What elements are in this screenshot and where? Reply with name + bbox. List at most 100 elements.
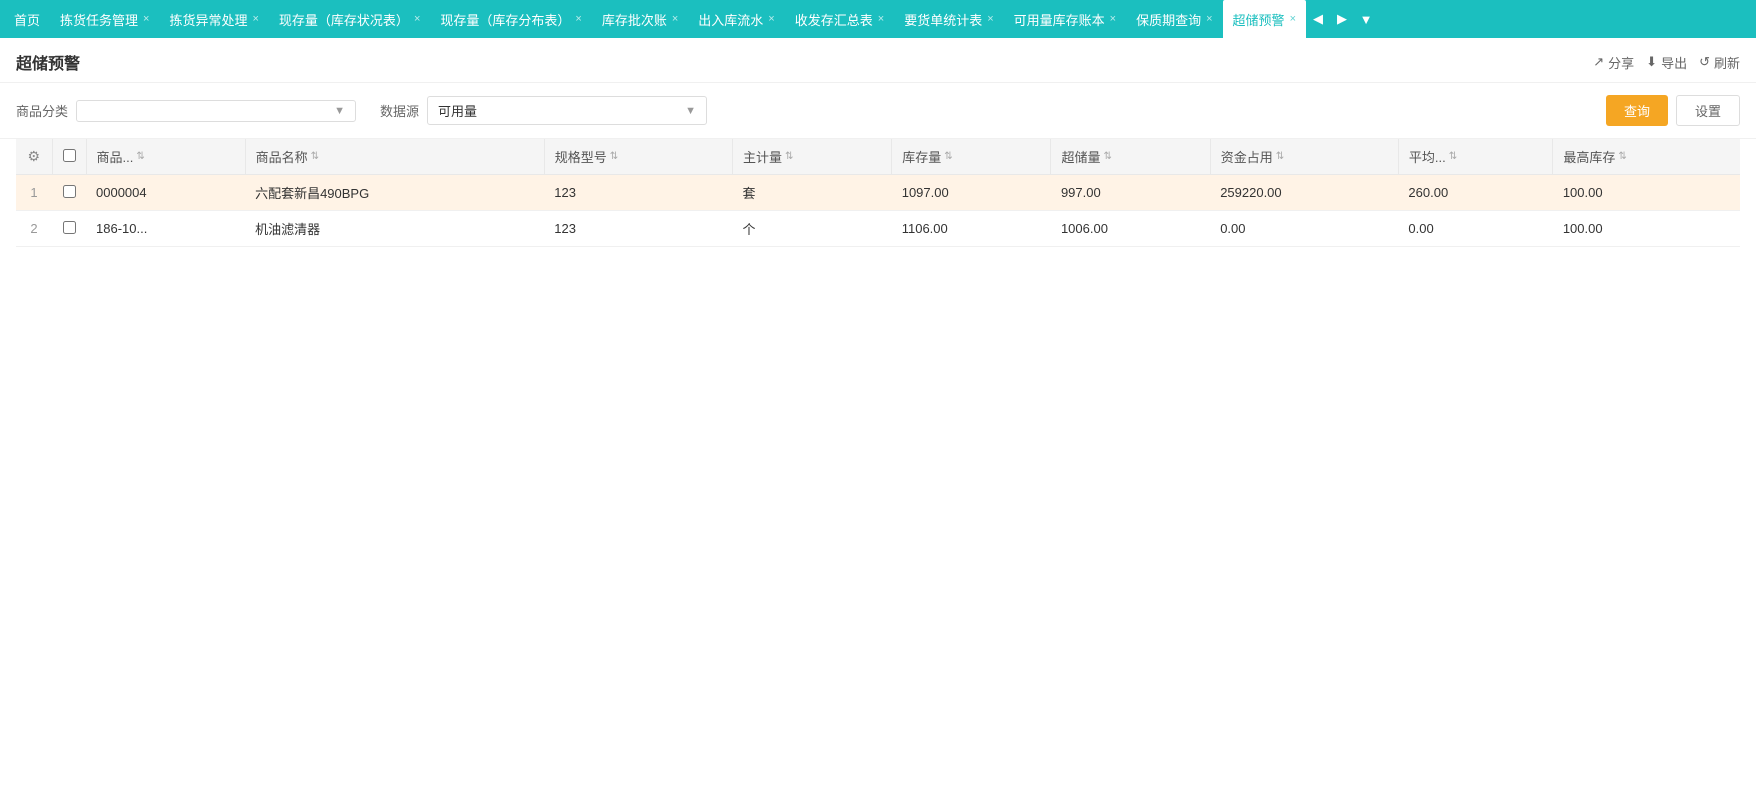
row-1-checkbox[interactable] bbox=[63, 185, 76, 198]
sort-icon-stock: ⇅ bbox=[944, 151, 952, 162]
nav-close-7[interactable]: × bbox=[878, 13, 884, 25]
category-filter-group: 商品分类 ▼ bbox=[16, 100, 356, 122]
datasource-dropdown-icon: ▼ bbox=[685, 105, 696, 117]
th-capital[interactable]: 资金占用 ⇅ bbox=[1210, 139, 1398, 175]
sort-icon-product-name: ⇅ bbox=[311, 151, 319, 162]
category-dropdown-icon: ▼ bbox=[334, 105, 345, 117]
nav-item-active[interactable]: 超储预警 × bbox=[1223, 0, 1306, 38]
refresh-button[interactable]: ↺ 刷新 bbox=[1699, 53, 1740, 72]
nav-next-arrow[interactable]: ▶ bbox=[1330, 0, 1354, 38]
row-checkbox-1 bbox=[52, 175, 86, 211]
row-checkbox-2 bbox=[52, 211, 86, 247]
sort-capital[interactable]: 资金占用 ⇅ bbox=[1221, 147, 1284, 166]
datasource-select-value: 可用量 bbox=[438, 101, 477, 120]
settings-button[interactable]: 设置 bbox=[1676, 95, 1740, 126]
nav-close-10[interactable]: × bbox=[1206, 13, 1212, 25]
sort-unit[interactable]: 主计量 ⇅ bbox=[743, 147, 793, 166]
sort-spec[interactable]: 规格型号 ⇅ bbox=[555, 147, 618, 166]
nav-item-2[interactable]: 拣货异常处理 × bbox=[159, 0, 268, 38]
nav-item-9-label: 可用量库存账本 bbox=[1014, 10, 1105, 29]
nav-close-8[interactable]: × bbox=[987, 13, 993, 25]
nav-close-4[interactable]: × bbox=[575, 13, 581, 25]
nav-item-2-label: 拣货异常处理 bbox=[169, 10, 247, 29]
category-select[interactable]: ▼ bbox=[76, 100, 356, 122]
top-nav: 首页 拣货任务管理 × 拣货异常处理 × 现存量（库存状况表） × 现存量（库存… bbox=[0, 0, 1756, 38]
nav-close-6[interactable]: × bbox=[768, 13, 774, 25]
table-container: ⚙ 商品... ⇅ 商品名称 ⇅ bbox=[0, 139, 1756, 247]
sort-stock[interactable]: 库存量 ⇅ bbox=[902, 147, 952, 166]
sort-product-name[interactable]: 商品名称 ⇅ bbox=[256, 147, 319, 166]
nav-close-5[interactable]: × bbox=[672, 13, 678, 25]
nav-close-1[interactable]: × bbox=[143, 13, 149, 25]
th-product-name[interactable]: 商品名称 ⇅ bbox=[245, 139, 544, 175]
export-icon: ⬇ bbox=[1646, 54, 1657, 70]
sort-avg[interactable]: 平均... ⇅ bbox=[1409, 147, 1457, 166]
sort-max-stock[interactable]: 最高库存 ⇅ bbox=[1563, 147, 1626, 166]
nav-close-3[interactable]: × bbox=[414, 13, 420, 25]
th-unit[interactable]: 主计量 ⇅ bbox=[732, 139, 891, 175]
nav-item-6[interactable]: 出入库流水 × bbox=[688, 0, 784, 38]
page-title: 超储预警 bbox=[16, 50, 80, 74]
nav-item-8[interactable]: 要货单统计表 × bbox=[894, 0, 1003, 38]
export-button[interactable]: ⬇ 导出 bbox=[1646, 53, 1687, 72]
nav-close-active[interactable]: × bbox=[1290, 13, 1296, 25]
th-avg-label: 平均... bbox=[1409, 147, 1446, 166]
sort-icon-capital: ⇅ bbox=[1276, 151, 1284, 162]
nav-item-1[interactable]: 拣货任务管理 × bbox=[50, 0, 159, 38]
th-stock[interactable]: 库存量 ⇅ bbox=[892, 139, 1051, 175]
nav-item-10-label: 保质期查询 bbox=[1136, 10, 1201, 29]
share-button[interactable]: ↗ 分享 bbox=[1593, 53, 1634, 72]
row-1-unit: 套 bbox=[732, 175, 891, 211]
nav-item-1-label: 拣货任务管理 bbox=[60, 10, 138, 29]
th-product-code[interactable]: 商品... ⇅ bbox=[86, 139, 245, 175]
row-1-product-name: 六配套新昌490BPG bbox=[245, 175, 544, 211]
datasource-filter-group: 数据源 可用量 ▼ bbox=[380, 96, 707, 125]
row-2-spec: 123 bbox=[544, 211, 732, 247]
nav-close-2[interactable]: × bbox=[252, 13, 258, 25]
nav-prev-arrow[interactable]: ◀ bbox=[1306, 0, 1330, 38]
nav-item-home-label: 首页 bbox=[14, 10, 40, 29]
nav-more-arrow[interactable]: ▼ bbox=[1354, 0, 1378, 38]
sort-icon-spec: ⇅ bbox=[610, 151, 618, 162]
sort-product-code[interactable]: 商品... ⇅ bbox=[97, 147, 145, 166]
sort-icon-unit: ⇅ bbox=[785, 151, 793, 162]
th-product-name-label: 商品名称 bbox=[256, 147, 308, 166]
row-2-stock: 1106.00 bbox=[892, 211, 1051, 247]
query-button[interactable]: 查询 bbox=[1606, 95, 1668, 126]
nav-item-9[interactable]: 可用量库存账本 × bbox=[1004, 0, 1126, 38]
row-2-checkbox[interactable] bbox=[63, 221, 76, 234]
row-1-spec: 123 bbox=[544, 175, 732, 211]
settings-gear-icon[interactable]: ⚙ bbox=[27, 148, 40, 164]
nav-item-3[interactable]: 现存量（库存状况表） × bbox=[269, 0, 430, 38]
th-avg[interactable]: 平均... ⇅ bbox=[1398, 139, 1552, 175]
header-actions: ↗ 分享 ⬇ 导出 ↺ 刷新 bbox=[1593, 53, 1740, 72]
export-label: 导出 bbox=[1661, 53, 1687, 72]
row-1-max-stock: 100.00 bbox=[1553, 175, 1740, 211]
select-all-checkbox[interactable] bbox=[63, 149, 76, 162]
row-1-product-code: 0000004 bbox=[86, 175, 245, 211]
row-2-capital: 0.00 bbox=[1210, 211, 1398, 247]
nav-item-10[interactable]: 保质期查询 × bbox=[1126, 0, 1222, 38]
th-unit-label: 主计量 bbox=[743, 147, 782, 166]
th-settings: ⚙ bbox=[16, 139, 52, 175]
sort-over-stock[interactable]: 超储量 ⇅ bbox=[1061, 147, 1111, 166]
nav-item-7-label: 收发存汇总表 bbox=[795, 10, 873, 29]
nav-item-4[interactable]: 现存量（库存分布表） × bbox=[430, 0, 591, 38]
datasource-select[interactable]: 可用量 ▼ bbox=[427, 96, 707, 125]
row-1-stock: 1097.00 bbox=[892, 175, 1051, 211]
refresh-label: 刷新 bbox=[1714, 53, 1740, 72]
sort-icon-product-code: ⇅ bbox=[136, 151, 144, 162]
th-over-stock[interactable]: 超储量 ⇅ bbox=[1051, 139, 1210, 175]
th-spec-label: 规格型号 bbox=[555, 147, 607, 166]
row-num-2: 2 bbox=[16, 211, 52, 247]
refresh-icon: ↺ bbox=[1699, 54, 1710, 70]
nav-item-3-label: 现存量（库存状况表） bbox=[279, 10, 409, 29]
nav-item-7[interactable]: 收发存汇总表 × bbox=[785, 0, 894, 38]
nav-item-home[interactable]: 首页 bbox=[4, 0, 50, 38]
th-spec[interactable]: 规格型号 ⇅ bbox=[544, 139, 732, 175]
th-max-stock[interactable]: 最高库存 ⇅ bbox=[1553, 139, 1740, 175]
nav-close-9[interactable]: × bbox=[1110, 13, 1116, 25]
th-capital-label: 资金占用 bbox=[1221, 147, 1273, 166]
row-1-capital: 259220.00 bbox=[1210, 175, 1398, 211]
nav-item-5[interactable]: 库存批次账 × bbox=[592, 0, 688, 38]
